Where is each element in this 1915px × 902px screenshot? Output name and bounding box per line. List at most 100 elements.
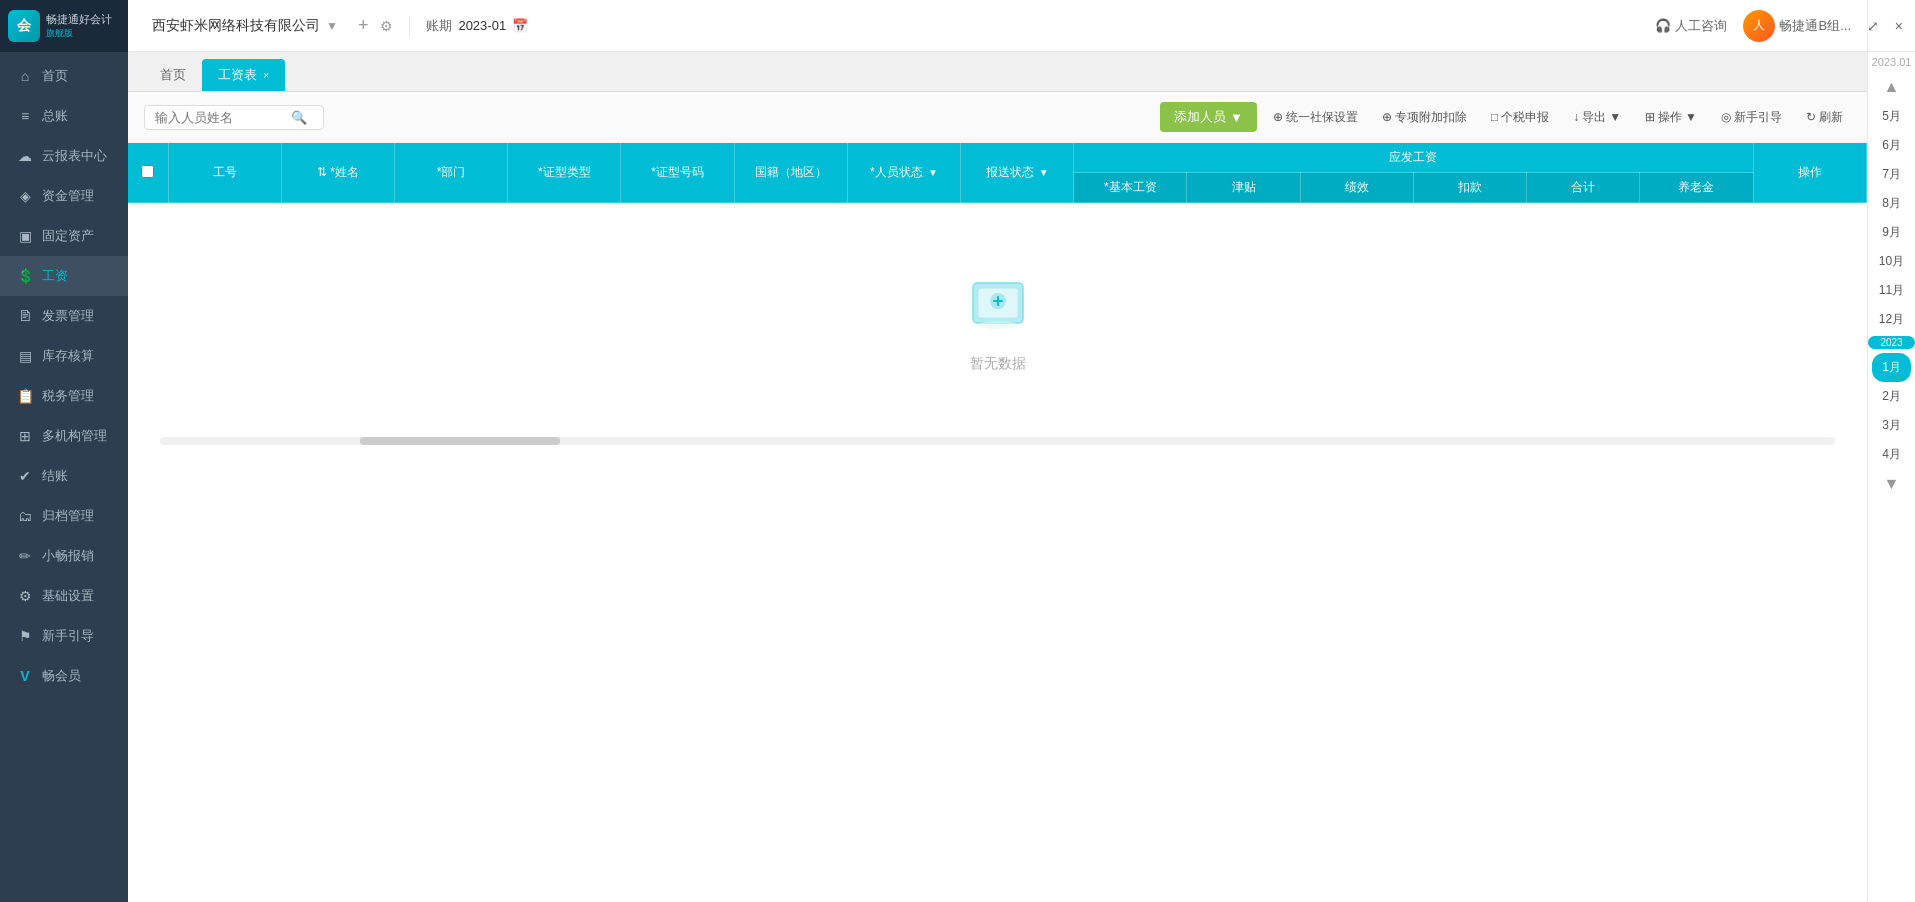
month-item-2022-08[interactable]: 8月 — [1868, 189, 1915, 218]
invoice-icon: 🖹 — [16, 308, 34, 324]
help-btn[interactable]: 🎧 人工咨询 — [1655, 17, 1727, 35]
inventory-icon: ▤ — [16, 348, 34, 364]
horizontal-scrollbar[interactable] — [160, 437, 1835, 445]
salary-icon: 💲 — [16, 268, 34, 284]
report-status-filter-icon[interactable]: ▼ — [1039, 167, 1049, 178]
month-item-2022-11[interactable]: 11月 — [1868, 276, 1915, 305]
content-area: 🔍 添加人员 ▼ ⊕ 统一社保设置 ⊕ 专项附加扣除 □ 个税申报 — [128, 92, 1867, 902]
tax-report-button[interactable]: □ 个税申报 — [1483, 104, 1557, 131]
month-item-2022-05[interactable]: 5月 — [1868, 102, 1915, 131]
sidebar-item-label: 工资 — [42, 267, 68, 285]
search-input[interactable] — [155, 110, 285, 125]
month-item-2022-07[interactable]: 7月 — [1868, 160, 1915, 189]
month-item-2023-03[interactable]: 3月 — [1868, 411, 1915, 440]
search-box[interactable]: 🔍 — [144, 105, 324, 130]
sidebar-item-settle[interactable]: ✔ 结账 — [0, 456, 128, 496]
sidebar-item-guide[interactable]: ⚑ 新手引导 — [0, 616, 128, 656]
th-report-status: 报送状态 ▼ — [961, 143, 1074, 203]
tax-icon: □ — [1491, 110, 1498, 124]
calendar-icon[interactable]: 📅 — [512, 18, 528, 33]
sidebar-item-tax[interactable]: 📋 税务管理 — [0, 376, 128, 416]
tab-close-icon[interactable]: × — [263, 69, 269, 81]
export-dropdown-icon: ▼ — [1609, 110, 1621, 124]
sidebar-item-member[interactable]: V 畅会员 — [0, 656, 128, 696]
year-badge: 2023 — [1868, 336, 1915, 349]
special-icon: ⊕ — [1382, 110, 1392, 124]
cloud-icon: ☁ — [16, 148, 34, 164]
period-value: 2023-01 — [458, 18, 506, 33]
sidebar-item-invoice[interactable]: 🖹 发票管理 — [0, 296, 128, 336]
panel-up-nav[interactable]: ▲ — [1868, 72, 1915, 102]
th-performance: 绩效 — [1300, 173, 1413, 203]
export-button[interactable]: ↓ 导出 ▼ — [1565, 104, 1629, 131]
month-item-2023-04[interactable]: 4月 — [1868, 440, 1915, 469]
month-item-2022-10[interactable]: 10月 — [1868, 247, 1915, 276]
tab-home-label: 首页 — [160, 66, 186, 84]
th-base-salary: *基本工资 — [1074, 173, 1187, 203]
topbar-settings-icon[interactable]: ⚙ — [380, 18, 393, 34]
sidebar-item-settings[interactable]: ⚙ 基础设置 — [0, 576, 128, 616]
sidebar-item-label: 库存核算 — [42, 347, 94, 365]
svg-point-6 — [978, 321, 1018, 329]
month-item-2022-06[interactable]: 6月 — [1868, 131, 1915, 160]
main-area: 西安虾米网络科技有限公司 ▼ + ⚙ 账期 2023-01 📅 🎧 人工咨询 人… — [128, 0, 1867, 902]
month-item-2023-02[interactable]: 2月 — [1868, 382, 1915, 411]
th-country: 国籍（地区） — [734, 143, 847, 203]
sidebar-item-label: 结账 — [42, 467, 68, 485]
guide-button[interactable]: ◎ 新手引导 — [1713, 104, 1790, 131]
sidebar-logo: 会 畅捷通好会计 旗舰版 — [0, 0, 128, 52]
tax-icon: 📋 — [16, 388, 34, 404]
period-label: 账期 — [426, 17, 452, 35]
person-status-filter-icon[interactable]: ▼ — [928, 167, 938, 178]
company-selector[interactable]: 西安虾米网络科技有限公司 ▼ — [144, 13, 346, 39]
th-cert-no: *证型号码 — [621, 143, 734, 203]
sidebar-item-salary[interactable]: 💲 工资 — [0, 256, 128, 296]
th-allowance: 津贴 — [1187, 173, 1300, 203]
toolbar: 🔍 添加人员 ▼ ⊕ 统一社保设置 ⊕ 专项附加扣除 □ 个税申报 — [128, 92, 1867, 143]
sidebar-item-cloud-report[interactable]: ☁ 云报表中心 — [0, 136, 128, 176]
th-checkbox[interactable] — [128, 143, 168, 203]
sidebar-item-fixed-assets[interactable]: ▣ 固定资产 — [0, 216, 128, 256]
month-item-2023-01[interactable]: 1月 — [1872, 353, 1911, 382]
refresh-button[interactable]: ↻ 刷新 — [1798, 104, 1851, 131]
sidebar-item-expense[interactable]: ✏ 小畅报销 — [0, 536, 128, 576]
user-btn[interactable]: 人 畅捷通B组... — [1743, 10, 1851, 42]
sidebar-item-inventory[interactable]: ▤ 库存核算 — [0, 336, 128, 376]
sidebar-item-label: 新手引导 — [42, 627, 94, 645]
sidebar-item-fund[interactable]: ◈ 资金管理 — [0, 176, 128, 216]
sidebar-nav: ⌂ 首页 ≡ 总账 ☁ 云报表中心 ◈ 资金管理 ▣ 固定资产 💲 工资 🖹 发… — [0, 52, 128, 902]
tab-salary-table[interactable]: 工资表 × — [202, 59, 285, 91]
sidebar-item-ledger[interactable]: ≡ 总账 — [0, 96, 128, 136]
scroll-thumb[interactable] — [360, 437, 560, 445]
table-wrapper: 工号 ⇅ *姓名 *部门 *证型类型 *证型号码 国籍（地区） *人员状态 ▼ … — [128, 143, 1867, 902]
special-deduction-button[interactable]: ⊕ 专项附加扣除 — [1374, 104, 1475, 131]
search-icon: 🔍 — [291, 110, 307, 125]
sidebar-item-home[interactable]: ⌂ 首页 — [0, 56, 128, 96]
panel-down-nav[interactable]: ▼ — [1868, 469, 1915, 499]
add-person-button[interactable]: 添加人员 ▼ — [1160, 102, 1257, 132]
panel-close-icon[interactable]: × — [1891, 14, 1907, 38]
th-total: 合计 — [1527, 173, 1640, 203]
month-item-2022-12[interactable]: 12月 — [1868, 305, 1915, 334]
logo-text: 畅捷通好会计 — [46, 12, 112, 26]
empty-text: 暂无数据 — [970, 355, 1026, 373]
sidebar-item-multi-org[interactable]: ⊞ 多机构管理 — [0, 416, 128, 456]
sidebar-item-label: 发票管理 — [42, 307, 94, 325]
help-label: 人工咨询 — [1675, 17, 1727, 35]
user-label: 畅捷通B组... — [1779, 17, 1851, 35]
settings-icon: ⚙ — [16, 588, 34, 604]
sidebar-item-label: 固定资产 — [42, 227, 94, 245]
tab-home[interactable]: 首页 — [144, 59, 202, 91]
select-all-checkbox[interactable] — [141, 165, 154, 178]
th-name: ⇅ *姓名 — [281, 143, 394, 203]
panel-expand-icon[interactable]: ⤢ — [1867, 14, 1883, 38]
operation-button[interactable]: ⊞ 操作 ▼ — [1637, 104, 1705, 131]
month-item-2022-09[interactable]: 9月 — [1868, 218, 1915, 247]
topbar-divider — [409, 16, 410, 36]
sidebar-item-archive[interactable]: 🗂 归档管理 — [0, 496, 128, 536]
add-person-dropdown-icon: ▼ — [1230, 110, 1243, 125]
social-security-button[interactable]: ⊕ 统一社保设置 — [1265, 104, 1366, 131]
topbar-add-icon[interactable]: + — [358, 15, 369, 36]
expense-icon: ✏ — [16, 548, 34, 564]
right-panel-header: ⤢ × — [1868, 0, 1915, 52]
